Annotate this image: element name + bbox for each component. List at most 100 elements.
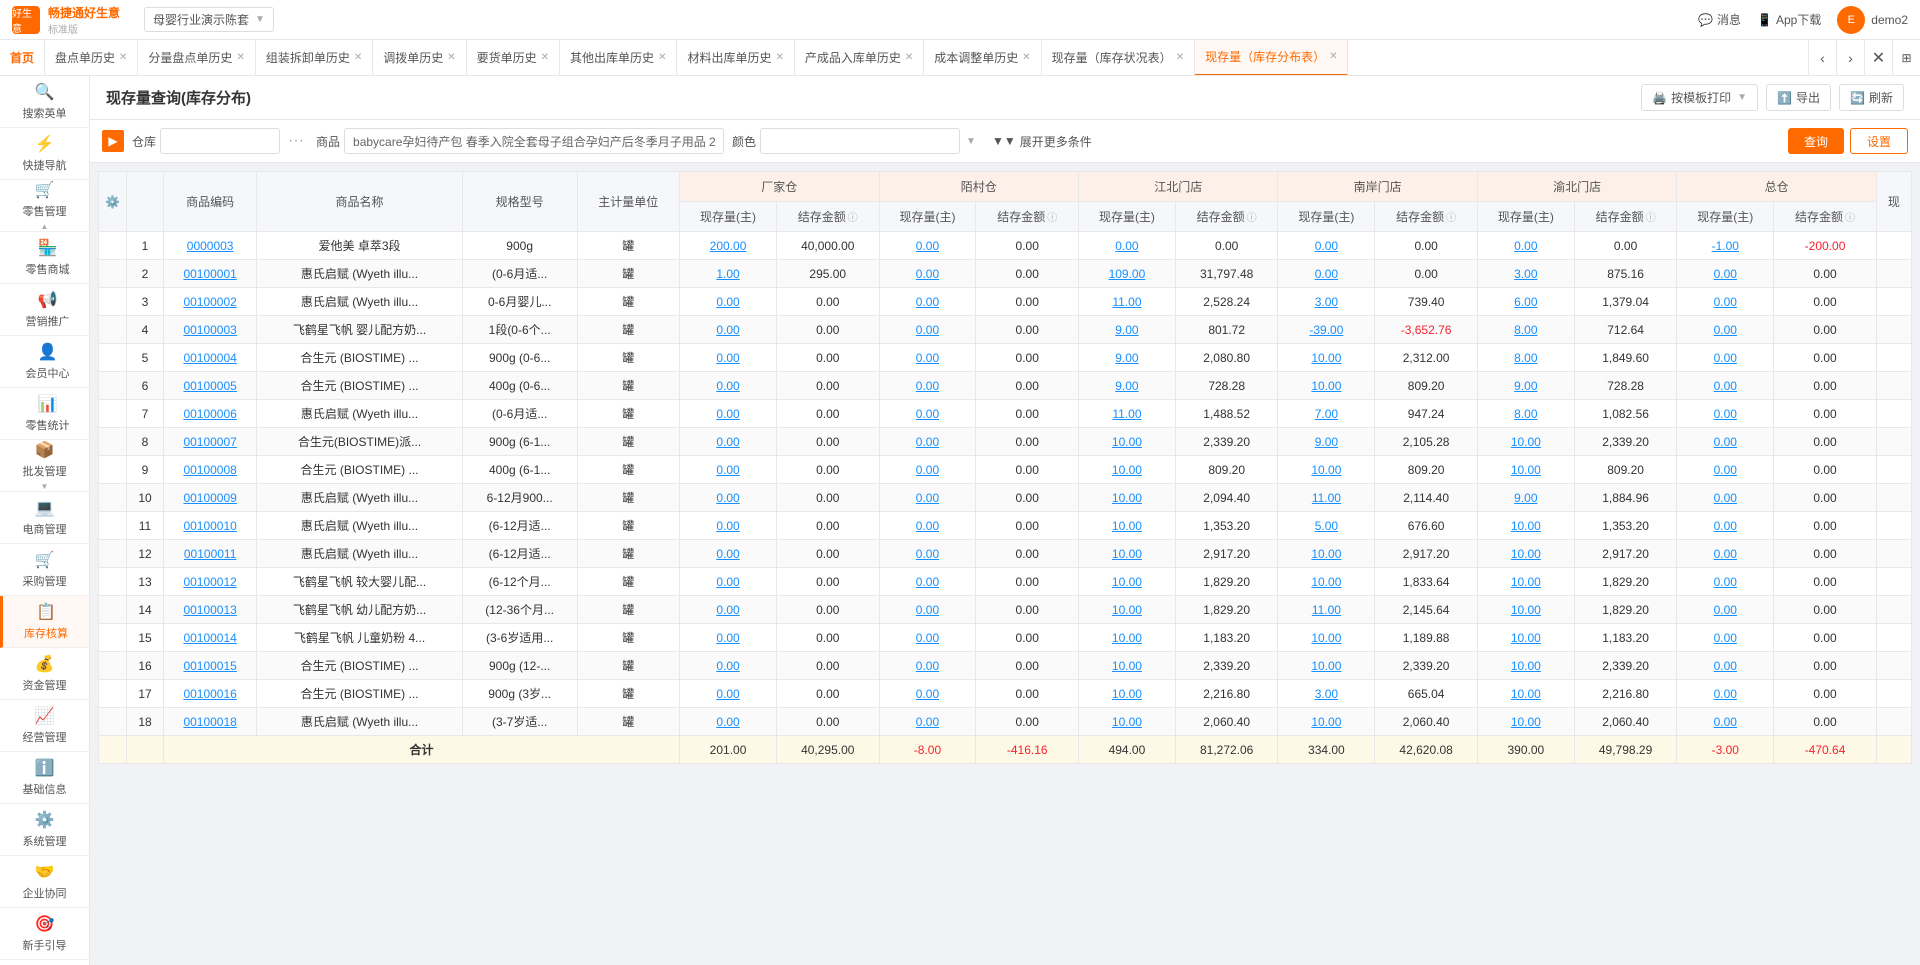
td-yb-qty[interactable]: 8.00: [1477, 316, 1574, 344]
refresh-btn[interactable]: 🔄 刷新: [1839, 84, 1904, 111]
td-total-qty[interactable]: 0.00: [1677, 568, 1774, 596]
app-download-btn[interactable]: 📱 App下载: [1757, 11, 1821, 28]
td-yb-qty[interactable]: 10.00: [1477, 540, 1574, 568]
sidebar-item-nav[interactable]: ⚡ 快捷导航: [0, 128, 89, 180]
warehouse-input[interactable]: [160, 128, 280, 154]
td-yb-qty[interactable]: 10.00: [1477, 624, 1574, 652]
td-jb-qty[interactable]: 10.00: [1078, 456, 1175, 484]
sidebar-item-purchase[interactable]: 🛒 采购管理: [0, 544, 89, 596]
td-fac-qty[interactable]: 0.00: [680, 344, 777, 372]
td-mc-qty[interactable]: 0.00: [879, 708, 976, 736]
td-mc-qty[interactable]: 0.00: [879, 484, 976, 512]
td-jb-qty[interactable]: 10.00: [1078, 568, 1175, 596]
product-input[interactable]: [344, 128, 724, 154]
td-mc-qty[interactable]: 0.00: [879, 456, 976, 484]
td-code[interactable]: 00100001: [164, 260, 257, 288]
sidebar-item-stock[interactable]: 📋 库存核算: [0, 596, 89, 648]
sidebar-item-collab[interactable]: 🤝 企业协同: [0, 856, 89, 908]
td-total-qty[interactable]: 0.00: [1677, 288, 1774, 316]
td-fac-qty[interactable]: 0.00: [680, 680, 777, 708]
sidebar-item-operations[interactable]: 📈 经营管理: [0, 700, 89, 752]
td-na-qty[interactable]: 10.00: [1278, 652, 1375, 680]
print-btn[interactable]: 🖨️ 按模板打印 ▼: [1641, 84, 1758, 111]
td-total-qty[interactable]: 0.00: [1677, 540, 1774, 568]
td-yb-qty[interactable]: 3.00: [1477, 260, 1574, 288]
sidebar-item-finance[interactable]: 💰 资金管理: [0, 648, 89, 700]
tab-other-out[interactable]: 其他出库单历史 ✕: [560, 40, 677, 76]
td-yb-qty[interactable]: 9.00: [1477, 484, 1574, 512]
sidebar-item-guide[interactable]: 🎯 新手引导: [0, 908, 89, 960]
td-na-qty[interactable]: 3.00: [1278, 288, 1375, 316]
filter-expand-btn[interactable]: ▶: [102, 130, 124, 152]
td-na-qty[interactable]: 7.00: [1278, 400, 1375, 428]
td-total-qty[interactable]: 0.00: [1677, 456, 1774, 484]
sidebar-item-search[interactable]: 🔍 搜索英单: [0, 76, 89, 128]
td-fac-qty[interactable]: 200.00: [680, 232, 777, 260]
td-code[interactable]: 00100012: [164, 568, 257, 596]
td-code[interactable]: 00100002: [164, 288, 257, 316]
td-mc-qty[interactable]: 0.00: [879, 260, 976, 288]
td-mc-qty[interactable]: 0.00: [879, 652, 976, 680]
td-total-qty[interactable]: -1.00: [1677, 232, 1774, 260]
td-code[interactable]: 0000003: [164, 232, 257, 260]
user-menu[interactable]: E demo2: [1837, 6, 1908, 34]
td-na-qty[interactable]: 10.00: [1278, 344, 1375, 372]
td-fac-qty[interactable]: 0.00: [680, 484, 777, 512]
td-na-qty[interactable]: 11.00: [1278, 484, 1375, 512]
td-jb-qty[interactable]: 0.00: [1078, 232, 1175, 260]
td-fac-qty[interactable]: 0.00: [680, 540, 777, 568]
td-yb-qty[interactable]: 8.00: [1477, 400, 1574, 428]
td-na-qty[interactable]: 10.00: [1278, 456, 1375, 484]
tab-assembly[interactable]: 组装拆卸单历史 ✕: [256, 40, 373, 76]
td-yb-qty[interactable]: 10.00: [1477, 652, 1574, 680]
td-code[interactable]: 00100016: [164, 680, 257, 708]
td-code[interactable]: 00100003: [164, 316, 257, 344]
nav-prev[interactable]: ‹: [1808, 40, 1836, 76]
td-total-qty[interactable]: 0.00: [1677, 428, 1774, 456]
td-fac-qty[interactable]: 0.00: [680, 652, 777, 680]
td-mc-qty[interactable]: 0.00: [879, 316, 976, 344]
td-mc-qty[interactable]: 0.00: [879, 400, 976, 428]
td-fac-qty[interactable]: 0.00: [680, 316, 777, 344]
td-yb-qty[interactable]: 10.00: [1477, 708, 1574, 736]
td-jb-qty[interactable]: 10.00: [1078, 596, 1175, 624]
tab-stock-status[interactable]: 现存量（库存状况表） ✕: [1042, 40, 1195, 76]
td-mc-qty[interactable]: 0.00: [879, 540, 976, 568]
td-na-qty[interactable]: 10.00: [1278, 540, 1375, 568]
td-total-qty[interactable]: 0.00: [1677, 596, 1774, 624]
td-jb-qty[interactable]: 109.00: [1078, 260, 1175, 288]
td-jb-qty[interactable]: 10.00: [1078, 708, 1175, 736]
td-na-qty[interactable]: 10.00: [1278, 624, 1375, 652]
td-fac-qty[interactable]: 0.00: [680, 400, 777, 428]
td-code[interactable]: 00100010: [164, 512, 257, 540]
td-fac-qty[interactable]: 0.00: [680, 624, 777, 652]
td-jb-qty[interactable]: 10.00: [1078, 652, 1175, 680]
tab-partial-inventory[interactable]: 分量盘点单历史 ✕: [138, 40, 255, 76]
td-na-qty[interactable]: 9.00: [1278, 428, 1375, 456]
td-jb-qty[interactable]: 9.00: [1078, 316, 1175, 344]
sidebar-item-ecommerce[interactable]: 💻 电商管理: [0, 492, 89, 544]
td-code[interactable]: 00100014: [164, 624, 257, 652]
nav-next[interactable]: ›: [1836, 40, 1864, 76]
export-btn[interactable]: ⬆️ 导出: [1766, 84, 1831, 111]
td-fac-qty[interactable]: 0.00: [680, 428, 777, 456]
td-jb-qty[interactable]: 10.00: [1078, 680, 1175, 708]
td-yb-qty[interactable]: 6.00: [1477, 288, 1574, 316]
td-mc-qty[interactable]: 0.00: [879, 428, 976, 456]
sidebar-item-members[interactable]: 👤 会员中心: [0, 336, 89, 388]
td-yb-qty[interactable]: 8.00: [1477, 344, 1574, 372]
td-fac-qty[interactable]: 1.00: [680, 260, 777, 288]
td-mc-qty[interactable]: 0.00: [879, 344, 976, 372]
nav-expand[interactable]: ⊞: [1892, 40, 1920, 76]
td-na-qty[interactable]: 0.00: [1278, 260, 1375, 288]
td-fac-qty[interactable]: 0.00: [680, 512, 777, 540]
td-jb-qty[interactable]: 9.00: [1078, 372, 1175, 400]
td-fac-qty[interactable]: 0.00: [680, 568, 777, 596]
td-yb-qty[interactable]: 10.00: [1477, 680, 1574, 708]
td-mc-qty[interactable]: 0.00: [879, 596, 976, 624]
tab-order[interactable]: 要货单历史 ✕: [467, 40, 560, 76]
sidebar-item-retail[interactable]: 🛒 零售管理 ▲: [0, 180, 89, 232]
td-mc-qty[interactable]: 0.00: [879, 624, 976, 652]
td-code[interactable]: 00100011: [164, 540, 257, 568]
sidebar-item-mall[interactable]: 🏪 零售商城: [0, 232, 89, 284]
